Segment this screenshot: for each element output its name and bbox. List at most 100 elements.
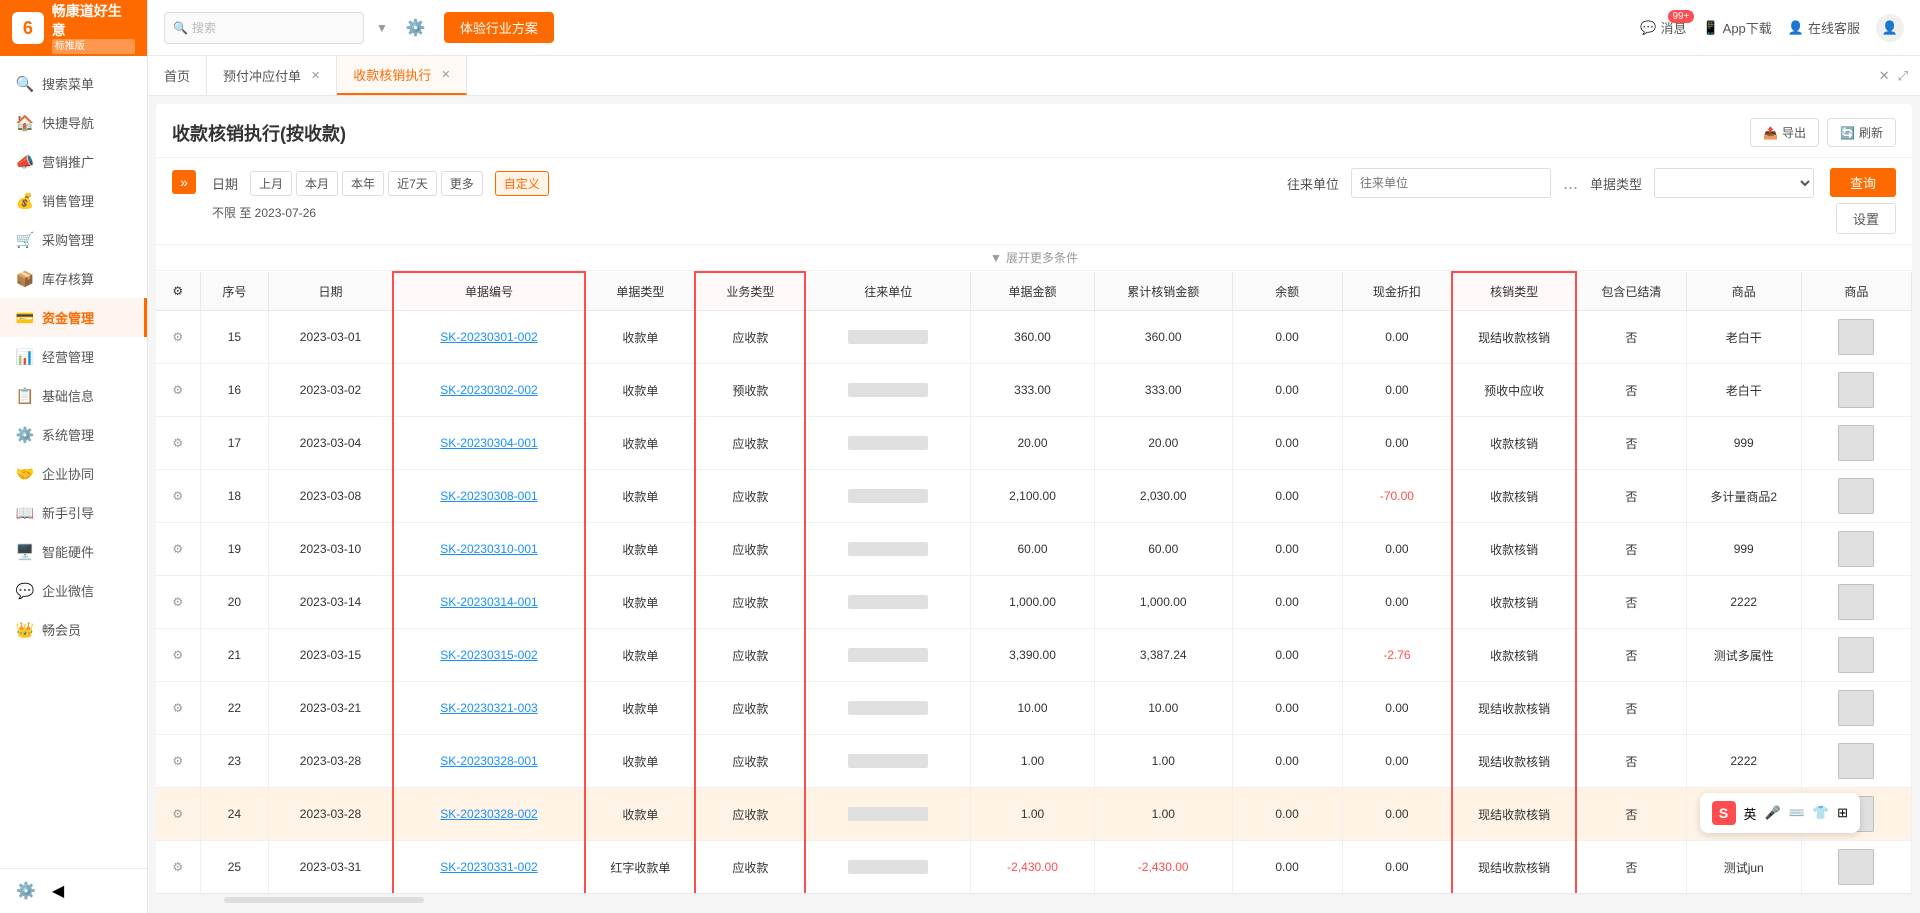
receipt-link[interactable]: SK-20230301-002 xyxy=(440,330,537,344)
sidebar-item-inventory[interactable]: 📦库存核算 xyxy=(0,259,147,298)
message-action[interactable]: 💬 消息 99+ xyxy=(1640,18,1686,37)
sidebar-item-purchase[interactable]: 🛒采购管理 xyxy=(0,220,147,259)
search-button[interactable]: 查询 xyxy=(1830,168,1896,197)
receipt-link[interactable]: SK-20230308-001 xyxy=(440,489,537,503)
tab-close-advance-payment[interactable]: ✕ xyxy=(311,69,320,82)
export-button[interactable]: 📤 导出 xyxy=(1750,118,1819,147)
sidebar-item-search[interactable]: 🔍搜索菜单 xyxy=(0,64,147,103)
cell-balance: 0.00 xyxy=(1232,682,1342,735)
header-search[interactable]: 🔍 搜索 xyxy=(164,12,364,44)
shirt-icon[interactable]: 👕 xyxy=(1813,805,1829,821)
tab-label-collection-writeoff: 收款核销执行 xyxy=(353,65,431,84)
online-service-action[interactable]: 👤 在线客服 xyxy=(1788,18,1860,37)
date-option-近7天[interactable]: 近7天 xyxy=(388,171,437,196)
keyboard-icon[interactable]: ⌨️ xyxy=(1789,805,1805,821)
receipt-link[interactable]: SK-20230328-001 xyxy=(440,754,537,768)
counterparty-input[interactable] xyxy=(1351,168,1551,198)
horizontal-scrollbar[interactable] xyxy=(156,893,1912,905)
sidebar-item-operations[interactable]: 📊经营管理 xyxy=(0,337,147,376)
cell-balance: 0.00 xyxy=(1232,311,1342,364)
cell-goods2 xyxy=(1801,523,1911,576)
cell-settings: ⚙ xyxy=(156,364,200,417)
receipt-link[interactable]: SK-20230331-002 xyxy=(440,860,537,874)
col-header-receipt_no: 单据编号 xyxy=(393,272,586,311)
user-avatar[interactable]: 👤 xyxy=(1876,14,1904,42)
row-settings-icon[interactable]: ⚙ xyxy=(172,383,183,397)
cell-cash_discount: 0.00 xyxy=(1342,523,1452,576)
cell-writeoff_type: 收款核销 xyxy=(1452,417,1576,470)
sidebar-item-marketing[interactable]: 📣营销推广 xyxy=(0,142,147,181)
row-settings-icon[interactable]: ⚙ xyxy=(172,542,183,556)
date-option-本月[interactable]: 本月 xyxy=(296,171,338,196)
expand-more-bar[interactable]: ▼ 展开更多条件 xyxy=(156,245,1912,271)
header-dropdown-icon[interactable]: ▼ xyxy=(376,21,388,35)
sidebar-item-finance[interactable]: 💳资金管理 xyxy=(0,298,147,337)
tab-close-collection-writeoff[interactable]: ✕ xyxy=(441,68,450,81)
sidebar-item-member[interactable]: 👑畅会员 xyxy=(0,610,147,649)
col-header-cash_discount: 现金折扣 xyxy=(1342,272,1452,311)
cell-receipt_type: 收款单 xyxy=(585,682,695,735)
filter-expand-button[interactable]: » xyxy=(172,170,196,194)
solution-button[interactable]: 体验行业方案 xyxy=(444,12,554,43)
cell-receipt_type: 收款单 xyxy=(585,417,695,470)
receipt-type-select[interactable] xyxy=(1654,168,1814,198)
setting-button[interactable]: 设置 xyxy=(1836,203,1896,234)
sidebar-item-guide[interactable]: 📖新手引导 xyxy=(0,493,147,532)
receipt-link[interactable]: SK-20230315-002 xyxy=(440,648,537,662)
cell-counterparty xyxy=(805,311,970,364)
date-option-本年[interactable]: 本年 xyxy=(342,171,384,196)
table-row: ⚙242023-03-28SK-20230328-002收款单应收款1.001.… xyxy=(156,788,1912,841)
cell-receipt_no: SK-20230310-001 xyxy=(393,523,586,576)
header-gear-icon[interactable]: ⚙️ xyxy=(400,12,432,44)
receipt-link[interactable]: SK-20230314-001 xyxy=(440,595,537,609)
receipt-link[interactable]: SK-20230310-001 xyxy=(440,542,537,556)
operations-icon: 📊 xyxy=(16,348,34,366)
sidebar-item-basic[interactable]: 📋基础信息 xyxy=(0,376,147,415)
app-download-action[interactable]: 📱 App下载 xyxy=(1702,18,1771,37)
row-settings-icon[interactable]: ⚙ xyxy=(172,648,183,662)
row-settings-icon[interactable]: ⚙ xyxy=(172,330,183,344)
page-title-bar: 收款核销执行(按收款) 📤 导出 🔄 刷新 xyxy=(156,104,1912,158)
cell-cash_discount: 0.00 xyxy=(1342,576,1452,629)
refresh-button[interactable]: 🔄 刷新 xyxy=(1827,118,1896,147)
tab-collection-writeoff[interactable]: 收款核销执行 ✕ xyxy=(337,56,467,95)
window-close-icon[interactable]: ✕ xyxy=(1879,68,1890,84)
receipt-link[interactable]: SK-20230328-002 xyxy=(440,807,537,821)
more-conditions-icon[interactable]: ... xyxy=(1563,173,1578,194)
date-option-更多[interactable]: 更多 xyxy=(441,171,483,196)
settings-icon[interactable]: ⚙️ xyxy=(16,881,36,901)
sidebar-item-corp[interactable]: 🤝企业协同 xyxy=(0,454,147,493)
cell-receipt_no: SK-20230331-002 xyxy=(393,841,586,894)
sidebar-item-wechat[interactable]: 💬企业微信 xyxy=(0,571,147,610)
row-settings-icon[interactable]: ⚙ xyxy=(172,754,183,768)
custom-date-btn[interactable]: 自定义 xyxy=(495,171,549,196)
row-settings-icon[interactable]: ⚙ xyxy=(172,436,183,450)
row-settings-icon[interactable]: ⚙ xyxy=(172,807,183,821)
sidebar-item-label: 销售管理 xyxy=(42,191,94,210)
row-settings-icon[interactable]: ⚙ xyxy=(172,489,183,503)
mic-icon[interactable]: 🎤 xyxy=(1765,805,1781,821)
tab-home[interactable]: 首页 xyxy=(148,56,207,95)
date-option-上月[interactable]: 上月 xyxy=(250,171,292,196)
receipt-link[interactable]: SK-20230304-001 xyxy=(440,436,537,450)
sidebar-item-system[interactable]: ⚙️系统管理 xyxy=(0,415,147,454)
cell-counterparty xyxy=(805,788,970,841)
grid-icon[interactable]: ⊞ xyxy=(1837,805,1848,821)
window-maximize-icon[interactable]: ⤢ xyxy=(1898,68,1908,84)
row-settings-icon[interactable]: ⚙ xyxy=(172,701,183,715)
cell-receipt_no: SK-20230315-002 xyxy=(393,629,586,682)
row-settings-icon[interactable]: ⚙ xyxy=(172,595,183,609)
cell-receipt_type: 收款单 xyxy=(585,364,695,417)
sidebar-item-quicknav[interactable]: 🏠快捷导航 xyxy=(0,103,147,142)
logo-text: 畅康道好生意 标推版 xyxy=(52,2,135,53)
collapse-icon[interactable]: ◀ xyxy=(52,881,64,901)
tab-advance-payment[interactable]: 预付冲应付单✕ xyxy=(207,56,337,95)
cell-writeoff_type: 预收中应收 xyxy=(1452,364,1576,417)
receipt-link[interactable]: SK-20230302-002 xyxy=(440,383,537,397)
row-settings-icon[interactable]: ⚙ xyxy=(172,860,183,874)
basic-icon: 📋 xyxy=(16,387,34,405)
sidebar-item-hardware[interactable]: 🖥️智能硬件 xyxy=(0,532,147,571)
receipt-link[interactable]: SK-20230321-003 xyxy=(440,701,537,715)
inventory-icon: 📦 xyxy=(16,270,34,288)
sidebar-item-sales[interactable]: 💰销售管理 xyxy=(0,181,147,220)
